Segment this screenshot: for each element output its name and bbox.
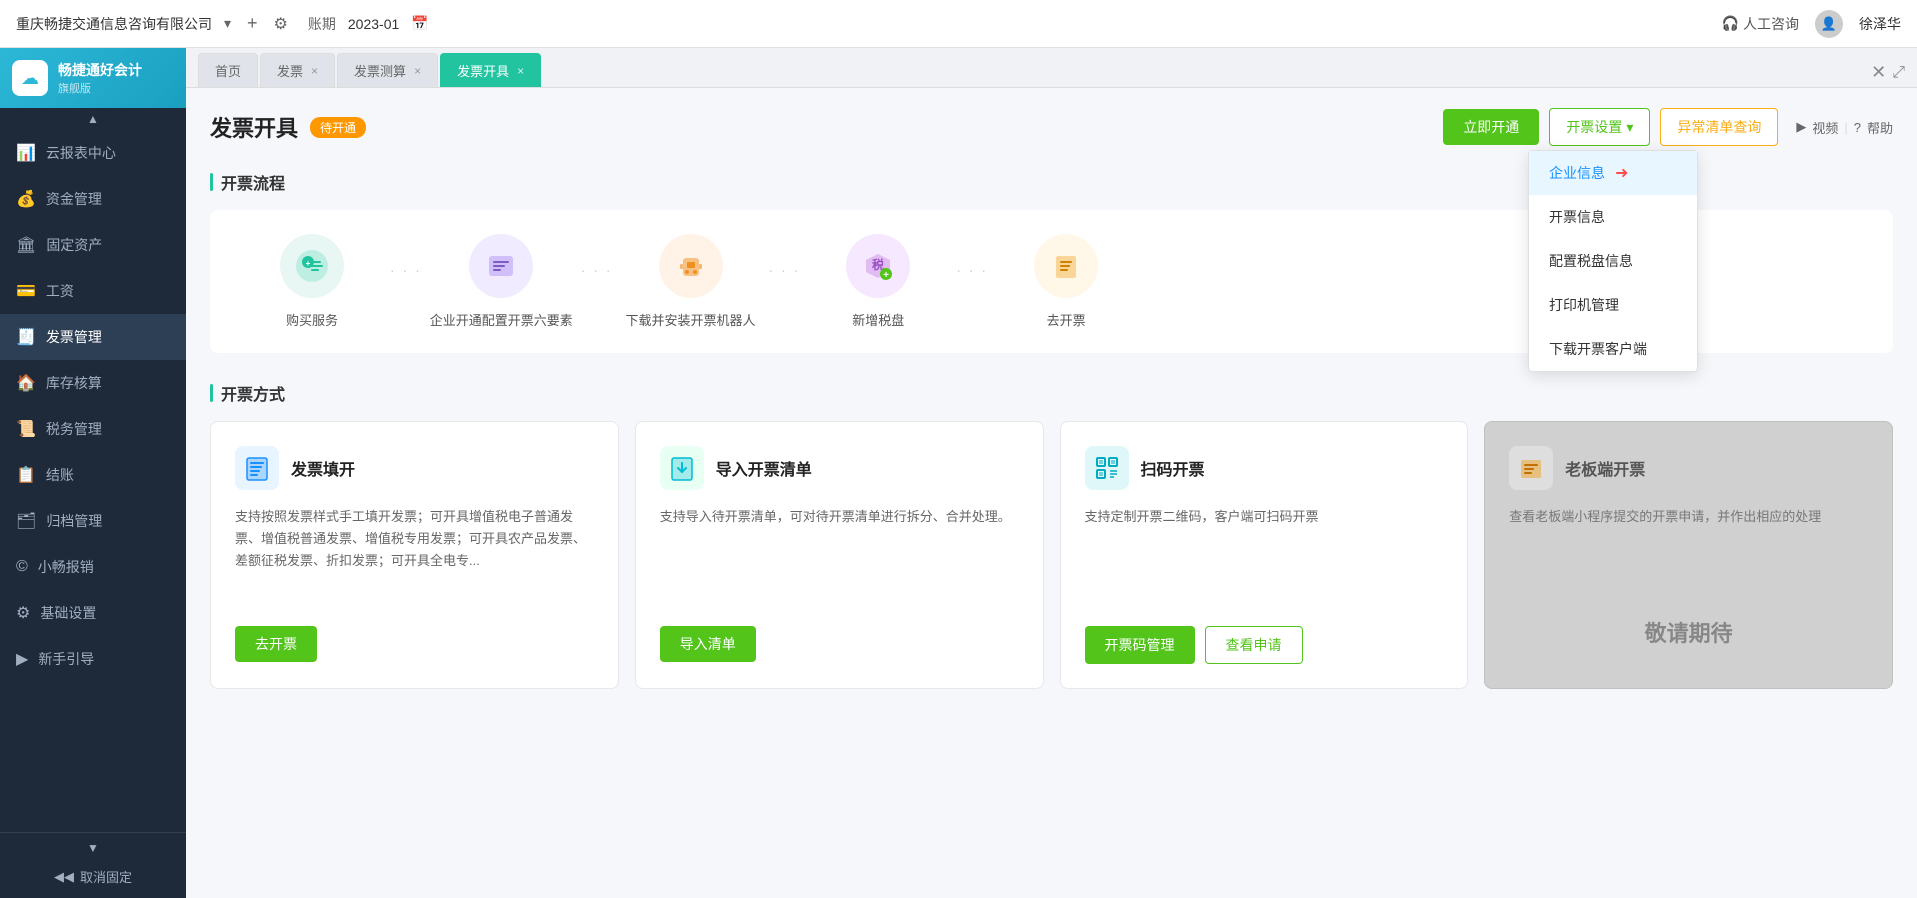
headset-icon: 🎧 [1722,15,1739,32]
period-label: 账期 [308,14,336,34]
activate-btn[interactable]: 立即开通 [1443,109,1539,145]
salary-icon: 💳 [16,281,36,301]
cancel-pin-btn[interactable]: ◀◀ 取消固定 [0,859,186,894]
add-company-btn[interactable]: + [243,13,262,34]
new-guide-icon: ▶ [16,649,28,669]
settings-dropdown-arrow: ▾ [1626,119,1633,136]
app-logo-text: 畅捷通好会计 [58,60,142,80]
archive-icon: 🗂 [16,511,36,531]
app-logo-sub: 旗舰版 [58,80,142,96]
sidebar-item-archive[interactable]: 🗂 归档管理 [0,498,186,544]
question-icon: ? [1854,120,1861,135]
import-list-icon [660,446,704,490]
settings-dropdown-menu: 企业信息 ➜ 开票信息 配置税盘信息 打印机管理 下 [1528,150,1698,372]
pin-icon: ◀◀ [54,869,74,885]
tab-invoice-open[interactable]: 发票开具 × [440,53,541,87]
red-arrow-icon: ➜ [1615,163,1628,183]
dropdown-item-company-info[interactable]: 企业信息 ➜ [1529,151,1697,195]
user-avatar: 👤 [1815,10,1843,38]
sidebar-item-report-sales[interactable]: © 小畅报销 [0,544,186,590]
sidebar-item-cloud-report[interactable]: 📊 云报表中心 [0,130,186,176]
sidebar-scroll-up[interactable]: ▲ [0,108,186,130]
video-play-icon: ▶ [1796,119,1806,135]
process-step-config: 企业开通配置开票六要素 [430,234,573,329]
coming-soon-overlay: 敬请期待 [1485,616,1892,648]
fund-icon: 💰 [16,189,36,209]
settings-icon[interactable]: ⚙ [274,14,288,34]
boss-invoice-desc: 查看老板端小程序提交的开票申请，并作出相应的处理 [1509,506,1868,606]
report-sales-icon: © [16,558,28,576]
status-badge: 待开通 [310,117,366,138]
calendar-icon[interactable]: 📅 [411,15,428,32]
process-step-add-tax-disk: 税 + 新增税盘 [808,234,948,329]
settlement-icon: 📋 [16,465,36,485]
boss-invoice-title: 老板端开票 [1565,456,1645,480]
sidebar-item-fixed-assets[interactable]: 🏛 固定资产 [0,222,186,268]
import-list-title: 导入开票清单 [716,456,812,480]
dropdown-item-printer[interactable]: 打印机管理 [1529,283,1697,327]
import-list-btn[interactable]: 导入清单 [660,626,756,662]
fill-invoice-desc: 支持按照发票样式手工填开发票；可开具增值税电子普通发票、增值税普通发票、增值税专… [235,506,594,606]
process-step-download-robot: 下载并安装开票机器人 [621,234,761,329]
process-step-buy-service: + 购买服务 [242,234,382,329]
sidebar-item-basic-settings[interactable]: ⚙ 基础设置 [0,590,186,636]
invoice-icon: 🧾 [16,327,36,347]
methods-section-title: 开票方式 [210,381,1893,405]
company-name: 重庆畅捷交通信息咨询有限公司 [16,14,212,34]
tab-invoice-calc-close[interactable]: × [414,64,421,78]
video-help[interactable]: ▶ 视频 | ? 帮助 [1796,118,1893,137]
method-card-import-list: 导入开票清单 支持导入待开票清单，可对待开票清单进行拆分、合并处理。 导入清单 [635,421,1044,689]
page-title: 发票开具 [210,111,298,143]
method-card-fill-invoice: 发票填开 支持按照发票样式手工填开发票；可开具增值税电子普通发票、增值税普通发票… [210,421,619,689]
period-value: 2023-01 [348,16,399,32]
scan-invoice-icon [1085,446,1129,490]
settings-btn[interactable]: 开票设置 ▾ [1549,108,1650,146]
svg-text:+: + [306,259,311,268]
dropdown-item-invoice-info[interactable]: 开票信息 [1529,195,1697,239]
app-logo-icon: ☁ [12,60,48,96]
tab-invoice-close[interactable]: × [311,64,318,78]
anomaly-btn[interactable]: 异常清单查询 [1660,108,1778,146]
tab-invoice-open-close[interactable]: × [517,64,524,78]
tab-close-btn[interactable]: ✕ [1871,62,1886,83]
tab-home[interactable]: 首页 [198,53,258,87]
dropdown-arrow-icon[interactable]: ▾ [224,15,231,32]
tax-icon: 📜 [16,419,36,439]
scan-invoice-view-btn[interactable]: 查看申请 [1205,626,1303,664]
sidebar-item-tax[interactable]: 📜 税务管理 [0,406,186,452]
sidebar-item-fund[interactable]: 💰 资金管理 [0,176,186,222]
cloud-report-icon: 📊 [16,143,36,163]
fill-invoice-title: 发票填开 [291,456,355,480]
process-step-go-invoice: 去开票 [996,234,1136,329]
scan-invoice-qr-btn[interactable]: 开票码管理 [1085,626,1195,664]
sidebar-item-inventory[interactable]: 🏠 库存核算 [0,360,186,406]
inventory-icon: 🏠 [16,373,36,393]
fill-invoice-icon [235,446,279,490]
method-card-scan-invoice: 扫码开票 支持定制开票二维码，客户端可扫码开票 开票码管理 查看申请 [1060,421,1469,689]
method-card-boss-invoice: 老板端开票 查看老板端小程序提交的开票申请，并作出相应的处理 敬请期待 [1484,421,1893,689]
tab-expand-btn[interactable]: ⤢ [1892,64,1905,82]
sidebar-item-new-guide[interactable]: ▶ 新手引导 [0,636,186,682]
sidebar-item-invoice[interactable]: 🧾 发票管理 [0,314,186,360]
dropdown-item-download-client[interactable]: 下载开票客户端 [1529,327,1697,371]
scroll-down-btn[interactable]: ▼ [0,837,186,859]
import-list-desc: 支持导入待开票清单，可对待开票清单进行拆分、合并处理。 [660,506,1019,606]
scan-invoice-title: 扫码开票 [1141,456,1205,480]
tab-invoice[interactable]: 发票 × [260,53,335,87]
user-name: 徐泽华 [1859,14,1901,34]
svg-text:+: + [883,270,889,281]
scan-invoice-desc: 支持定制开票二维码，客户端可扫码开票 [1085,506,1444,606]
basic-settings-icon: ⚙ [16,603,30,623]
tab-invoice-calc[interactable]: 发票测算 × [337,53,438,87]
fill-invoice-go-btn[interactable]: 去开票 [235,626,317,662]
support-btn[interactable]: 🎧 人工咨询 [1722,14,1799,34]
fixed-assets-icon: 🏛 [16,235,36,255]
dropdown-item-tax-disk[interactable]: 配置税盘信息 [1529,239,1697,283]
sidebar-item-settlement[interactable]: 📋 结账 [0,452,186,498]
sidebar-item-salary[interactable]: 💳 工资 [0,268,186,314]
boss-invoice-icon [1509,446,1553,490]
